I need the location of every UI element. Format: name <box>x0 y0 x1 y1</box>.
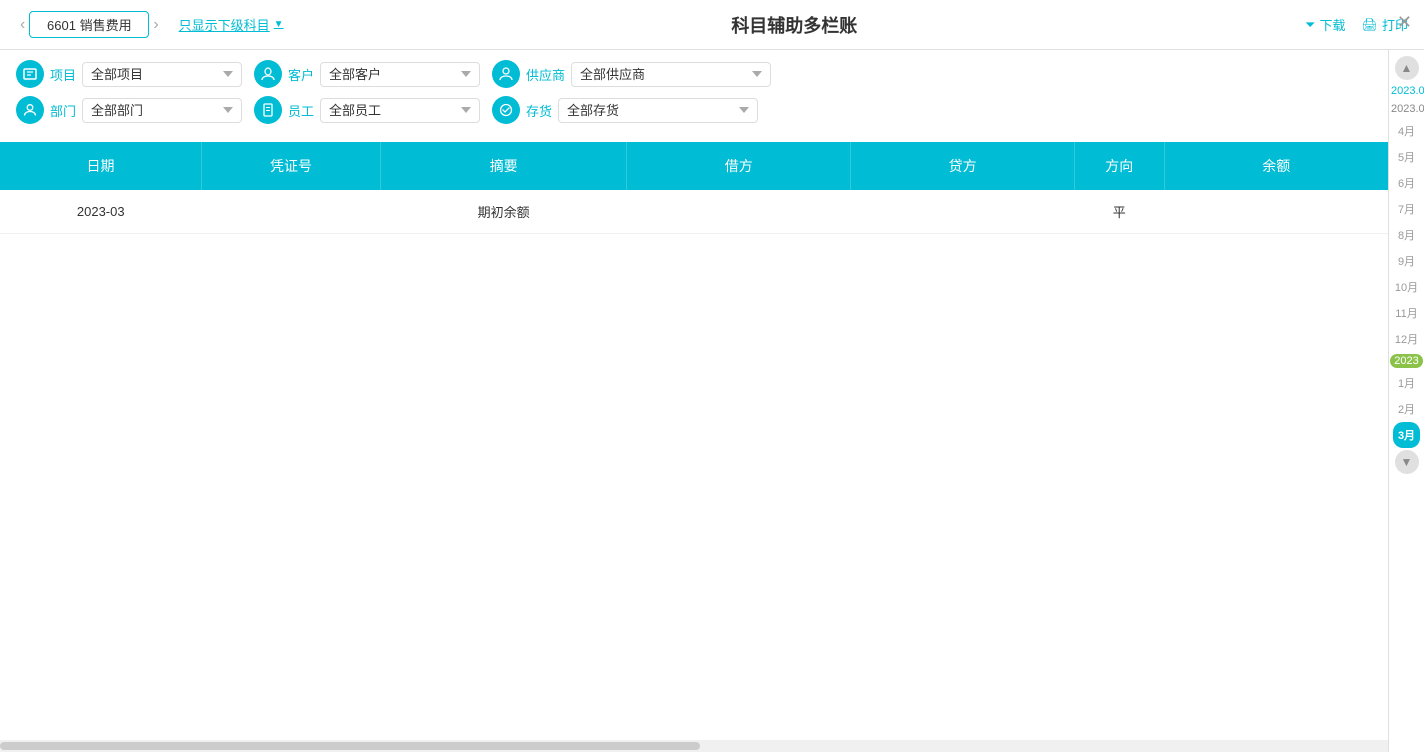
timeline-month-9[interactable]: 9月 <box>1389 248 1424 274</box>
project-select[interactable]: 全部项目 <box>82 62 242 87</box>
timeline-month-3-active[interactable]: 3月 <box>1393 422 1420 448</box>
timeline-month-8[interactable]: 8月 <box>1389 222 1424 248</box>
filter-row-1: 项目 全部项目 客户 全部客户 供应商 全部供 <box>16 60 1408 88</box>
ledger-table-container: 日期 凭证号 摘要 借方 贷方 方向 余额 2023-03 期初余额 平 <box>0 142 1388 740</box>
show-sub-button[interactable]: 只显示下级科目 ▼ <box>179 15 284 34</box>
cell-date: 2023-03 <box>0 190 201 234</box>
timeline-month-11[interactable]: 11月 <box>1389 300 1424 326</box>
supplier-icon <box>492 60 520 88</box>
timeline-month-7[interactable]: 7月 <box>1389 196 1424 222</box>
col-debit: 借方 <box>627 142 851 190</box>
filter-dept: 部门 全部部门 <box>16 96 242 124</box>
timeline-year-badge[interactable]: 2023 <box>1390 354 1422 368</box>
staff-label: 员工 <box>288 101 314 120</box>
dept-icon <box>16 96 44 124</box>
timeline-month-2[interactable]: 2月 <box>1389 396 1424 422</box>
supplier-label: 供应商 <box>526 65 565 84</box>
table-row: 2023-03 期初余额 平 <box>0 190 1388 234</box>
filter-staff: 员工 全部员工 <box>254 96 480 124</box>
timeline-month-4[interactable]: 4月 <box>1389 118 1424 144</box>
col-date: 日期 <box>0 142 201 190</box>
cell-credit <box>851 190 1075 234</box>
filter-project: 项目 全部项目 <box>16 60 242 88</box>
customer-label: 客户 <box>288 65 314 84</box>
timeline-month-6[interactable]: 6月 <box>1389 170 1424 196</box>
timeline-month-12[interactable]: 12月 <box>1389 326 1424 352</box>
timeline-down-button[interactable]: ▼ <box>1395 450 1419 474</box>
timeline-up-button[interactable]: ▲ <box>1395 56 1419 80</box>
next-account-button[interactable]: › <box>149 16 162 34</box>
ledger-table: 日期 凭证号 摘要 借方 贷方 方向 余额 2023-03 期初余额 平 <box>0 142 1388 234</box>
horizontal-scrollbar[interactable] <box>0 740 1388 752</box>
staff-icon <box>254 96 282 124</box>
project-icon <box>16 60 44 88</box>
goods-icon <box>492 96 520 124</box>
cell-voucher <box>201 190 380 234</box>
filter-customer: 客户 全部客户 <box>254 60 480 88</box>
filter-goods: 存货 全部存货 <box>492 96 758 124</box>
timeline-month-1[interactable]: 1月 <box>1389 370 1424 396</box>
download-icon: ⏷ <box>1305 17 1315 33</box>
print-icon: 🖨 <box>1361 17 1378 33</box>
timeline-month-5[interactable]: 5月 <box>1389 144 1424 170</box>
dropdown-icon: ▼ <box>274 19 284 30</box>
customer-icon <box>254 60 282 88</box>
prev-account-button[interactable]: ‹ <box>16 16 29 34</box>
col-credit: 贷方 <box>851 142 1075 190</box>
cell-balance <box>1164 190 1388 234</box>
cell-direction: 平 <box>1075 190 1165 234</box>
col-voucher: 凭证号 <box>201 142 380 190</box>
filter-row-2: 部门 全部部门 员工 全部员工 存货 全部存货 <box>16 96 1408 124</box>
account-code: 6601 销售费用 <box>29 11 149 38</box>
filter-area: 项目 全部项目 客户 全部客户 供应商 全部供 <box>0 50 1424 142</box>
timeline-month-10[interactable]: 10月 <box>1389 274 1424 300</box>
cell-summary: 期初余额 <box>381 190 627 234</box>
download-button[interactable]: ⏷ 下载 <box>1305 15 1345 34</box>
close-button[interactable]: ✕ <box>1397 12 1412 33</box>
cell-debit <box>627 190 851 234</box>
project-label: 项目 <box>50 65 76 84</box>
goods-label: 存货 <box>526 101 552 120</box>
show-sub-label: 只显示下级科目 <box>179 15 270 34</box>
timeline-year1-normal[interactable]: 2023.03 <box>1389 100 1424 118</box>
page-title: 科目辅助多栏账 <box>284 12 1305 38</box>
dept-select[interactable]: 全部部门 <box>82 98 242 123</box>
col-direction: 方向 <box>1075 142 1165 190</box>
supplier-select[interactable]: 全部供应商 <box>571 62 771 87</box>
col-summary: 摘要 <box>381 142 627 190</box>
staff-select[interactable]: 全部员工 <box>320 98 480 123</box>
customer-select[interactable]: 全部客户 <box>320 62 480 87</box>
scrollbar-thumb[interactable] <box>0 742 700 750</box>
dept-label: 部门 <box>50 101 76 120</box>
timeline-sidebar: ▲ 2023.03 2023.03 4月 5月 6月 7月 8月 9月 10月 … <box>1388 50 1424 752</box>
goods-select[interactable]: 全部存货 <box>558 98 758 123</box>
col-balance: 余额 <box>1164 142 1388 190</box>
timeline-year1-active[interactable]: 2023.03 <box>1389 82 1424 100</box>
filter-supplier: 供应商 全部供应商 <box>492 60 771 88</box>
